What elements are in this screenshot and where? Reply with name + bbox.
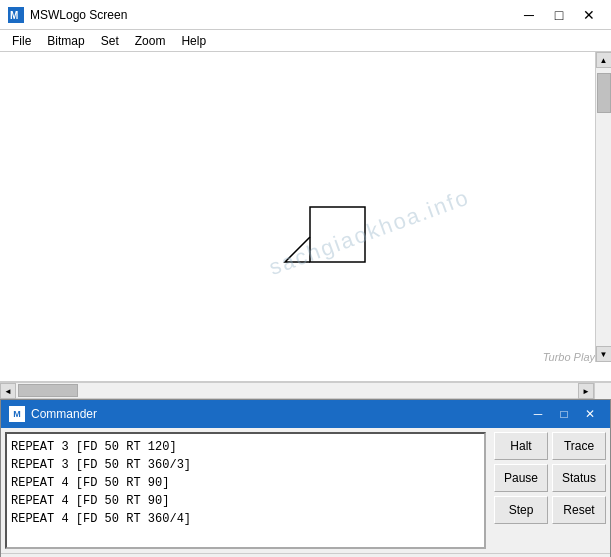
menu-set[interactable]: Set (93, 32, 127, 50)
commander-close-button[interactable]: ✕ (578, 404, 602, 424)
step-button[interactable]: Step (494, 496, 548, 524)
status-button[interactable]: Status (552, 464, 606, 492)
app-icon: M (8, 7, 24, 23)
svg-rect-2 (310, 207, 365, 262)
btn-row-3: Step Reset (494, 496, 606, 524)
commander-bottom-bar: Execute Edall (1, 553, 610, 557)
commander-right-panel: Halt Trace Pause Status Step Reset (490, 428, 610, 553)
menu-help[interactable]: Help (173, 32, 214, 50)
hscroll-thumb[interactable] (18, 384, 78, 397)
halt-button[interactable]: Halt (494, 432, 548, 460)
commander-body: REPEAT 3 [FD 50 RT 120] REPEAT 3 [FD 50 … (1, 428, 610, 553)
main-close-button[interactable]: ✕ (575, 4, 603, 26)
commander-title-bar: M Commander ─ □ ✕ (1, 400, 610, 428)
reset-button[interactable]: Reset (552, 496, 606, 524)
pause-button[interactable]: Pause (494, 464, 548, 492)
commander-icon: M (9, 406, 25, 422)
commander-textarea-wrap: REPEAT 3 [FD 50 RT 120] REPEAT 3 [FD 50 … (5, 432, 486, 549)
main-maximize-button[interactable]: □ (545, 4, 573, 26)
vscroll-down-button[interactable]: ▼ (596, 346, 612, 362)
commander-textarea[interactable]: REPEAT 3 [FD 50 RT 120] REPEAT 3 [FD 50 … (5, 432, 486, 549)
hscroll-track[interactable] (16, 383, 578, 398)
menu-file[interactable]: File (4, 32, 39, 50)
menu-zoom[interactable]: Zoom (127, 32, 174, 50)
vscroll-thumb[interactable] (597, 73, 611, 113)
commander-window-controls: ─ □ ✕ (526, 404, 602, 424)
horizontal-scrollbar-container: ◄ ► (0, 382, 611, 399)
main-minimize-button[interactable]: ─ (515, 4, 543, 26)
main-title-bar: M MSWLogo Screen ─ □ ✕ (0, 0, 611, 30)
menu-bar: File Bitmap Set Zoom Help (0, 30, 611, 52)
svg-text:M: M (10, 10, 18, 21)
trace-button[interactable]: Trace (552, 432, 606, 460)
canvas-area: sachgiaokhoа.info Turbo Play ▲ ▼ (0, 52, 611, 382)
vscroll-up-button[interactable]: ▲ (596, 52, 612, 68)
btn-row-2: Pause Status (494, 464, 606, 492)
vscroll-track[interactable] (597, 68, 611, 346)
commander-minimize-button[interactable]: ─ (526, 404, 550, 424)
main-window-controls: ─ □ ✕ (515, 4, 603, 26)
hscroll-left-button[interactable]: ◄ (0, 383, 16, 399)
menu-bitmap[interactable]: Bitmap (39, 32, 92, 50)
scroll-corner (594, 383, 611, 400)
turbo-label: Turbo Play (543, 351, 595, 363)
commander-maximize-button[interactable]: □ (552, 404, 576, 424)
commander-window: M Commander ─ □ ✕ REPEAT 3 [FD 50 RT 120… (0, 399, 611, 557)
commander-title-text: Commander (31, 407, 526, 421)
hscroll-right-button[interactable]: ► (578, 383, 594, 399)
vertical-scrollbar[interactable]: ▲ ▼ (595, 52, 611, 362)
drawing-canvas (0, 52, 611, 381)
main-window-title: MSWLogo Screen (30, 8, 515, 22)
btn-row-1: Halt Trace (494, 432, 606, 460)
